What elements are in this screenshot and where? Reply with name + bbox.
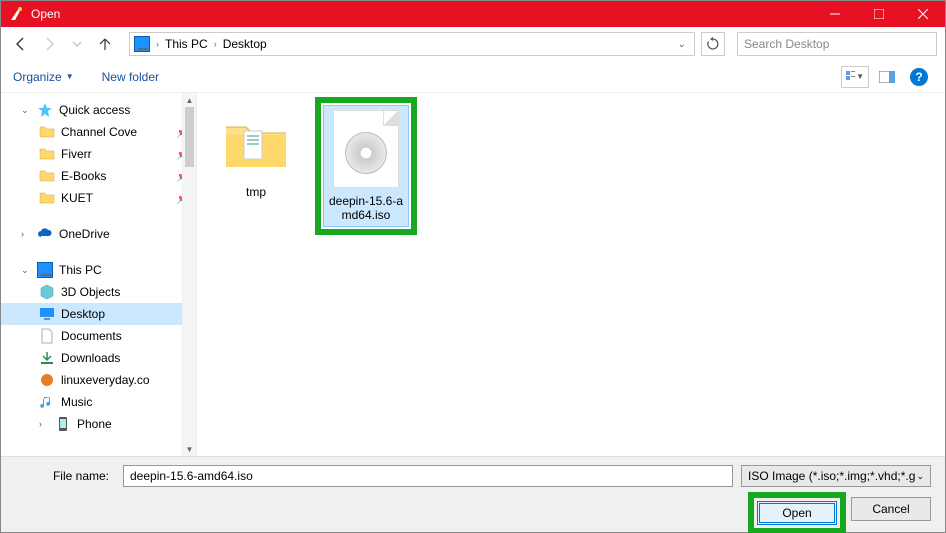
navigation-row: › This PC › Desktop ⌄ Search Desktop bbox=[1, 27, 945, 61]
filename-input[interactable] bbox=[123, 465, 733, 487]
preview-pane-button[interactable] bbox=[873, 66, 901, 88]
sidebar-downloads[interactable]: Downloads bbox=[1, 347, 196, 369]
address-bar[interactable]: › This PC › Desktop ⌄ bbox=[129, 32, 695, 56]
expand-icon[interactable]: › bbox=[39, 419, 49, 429]
sidebar-qa-item[interactable]: KUET 📌 bbox=[1, 187, 196, 209]
file-list[interactable]: tmp deepin-15.6-amd64.iso bbox=[197, 93, 945, 456]
sidebar-item-label: 3D Objects bbox=[61, 285, 120, 299]
cancel-button[interactable]: Cancel bbox=[851, 497, 931, 521]
titlebar: Open bbox=[1, 1, 945, 27]
sidebar-onedrive[interactable]: › OneDrive bbox=[1, 223, 196, 245]
sidebar-phone[interactable]: › Phone bbox=[1, 413, 196, 435]
sidebar-item-label: Downloads bbox=[61, 351, 120, 365]
scroll-up[interactable]: ▲ bbox=[183, 93, 196, 107]
iso-file-icon bbox=[333, 110, 399, 188]
close-button[interactable] bbox=[901, 1, 945, 27]
sidebar-qa-item[interactable]: Channel Cove 📌 bbox=[1, 121, 196, 143]
chevron-right-icon: › bbox=[156, 39, 159, 49]
document-icon bbox=[39, 328, 55, 344]
back-button[interactable] bbox=[9, 32, 33, 56]
open-button[interactable]: Open bbox=[757, 501, 837, 525]
sidebar-item-label: Music bbox=[61, 395, 92, 409]
file-item-label: tmp bbox=[246, 185, 266, 199]
download-icon bbox=[39, 350, 55, 366]
forward-button[interactable] bbox=[37, 32, 61, 56]
sidebar-item-label: OneDrive bbox=[59, 227, 110, 241]
folder-icon bbox=[39, 168, 55, 184]
phone-icon bbox=[55, 416, 71, 432]
window-title: Open bbox=[31, 7, 813, 21]
search-input[interactable]: Search Desktop bbox=[737, 32, 937, 56]
sidebar-documents[interactable]: Documents bbox=[1, 325, 196, 347]
sidebar-item-label: KUET bbox=[61, 191, 93, 205]
folder-icon bbox=[39, 190, 55, 206]
chevron-down-icon: ▼ bbox=[66, 72, 74, 81]
breadcrumb-desktop[interactable]: Desktop bbox=[223, 37, 267, 51]
sidebar-scrollbar[interactable]: ▲ ▼ bbox=[182, 93, 196, 456]
sidebar-item-label: Desktop bbox=[61, 307, 105, 321]
this-pc-icon bbox=[134, 36, 150, 52]
file-item-folder[interactable]: tmp bbox=[213, 105, 299, 203]
maximize-button[interactable] bbox=[857, 1, 901, 27]
app-icon bbox=[9, 6, 25, 22]
folder-icon bbox=[221, 109, 291, 179]
sidebar-item-label: Fiverr bbox=[61, 147, 92, 161]
breadcrumb-this-pc[interactable]: This PC bbox=[165, 37, 208, 51]
filter-label: ISO Image (*.iso;*.img;*.vhd;*.g bbox=[748, 469, 915, 483]
sidebar-3d-objects[interactable]: 3D Objects bbox=[1, 281, 196, 303]
sidebar-this-pc[interactable]: ⌄ This PC bbox=[1, 259, 196, 281]
sidebar-item-label: Channel Cove bbox=[61, 125, 137, 139]
chevron-down-icon: ⌄ bbox=[916, 471, 924, 482]
sidebar-item-label: Quick access bbox=[59, 103, 130, 117]
sidebar-qa-item[interactable]: Fiverr 📌 bbox=[1, 143, 196, 165]
sidebar-desktop[interactable]: Desktop bbox=[1, 303, 196, 325]
folder-icon bbox=[39, 124, 55, 140]
file-item-iso[interactable]: deepin-15.6-amd64.iso bbox=[323, 105, 409, 227]
sidebar-item-label: Documents bbox=[61, 329, 122, 343]
expand-icon[interactable]: › bbox=[21, 229, 31, 239]
disc-icon bbox=[345, 132, 387, 174]
new-folder-button[interactable]: New folder bbox=[102, 70, 159, 84]
organize-menu[interactable]: Organize ▼ bbox=[13, 70, 74, 84]
recent-dropdown[interactable] bbox=[65, 32, 89, 56]
minimize-button[interactable] bbox=[813, 1, 857, 27]
view-mode-button[interactable]: ▼ bbox=[841, 66, 869, 88]
star-icon bbox=[37, 102, 53, 118]
music-icon bbox=[39, 394, 55, 410]
sidebar-linuxeveryday[interactable]: linuxeveryday.co bbox=[1, 369, 196, 391]
sidebar-quick-access[interactable]: ⌄ Quick access bbox=[1, 99, 196, 121]
sidebar-item-label: Phone bbox=[77, 417, 112, 431]
expand-icon[interactable]: ⌄ bbox=[21, 105, 31, 116]
refresh-button[interactable] bbox=[701, 32, 725, 56]
help-button[interactable]: ? bbox=[905, 66, 933, 88]
organize-label: Organize bbox=[13, 70, 62, 84]
toolbar: Organize ▼ New folder ▼ ? bbox=[1, 61, 945, 93]
filename-label: File name: bbox=[15, 469, 115, 483]
folder-icon bbox=[39, 146, 55, 162]
desktop-icon bbox=[39, 306, 55, 322]
sidebar-qa-item[interactable]: E-Books 📌 bbox=[1, 165, 196, 187]
web-icon bbox=[39, 372, 55, 388]
address-dropdown[interactable]: ⌄ bbox=[674, 39, 690, 50]
sidebar-item-label: E-Books bbox=[61, 169, 106, 183]
cloud-icon bbox=[37, 226, 53, 242]
sidebar-item-label: This PC bbox=[59, 263, 102, 277]
bottom-panel: File name: ISO Image (*.iso;*.img;*.vhd;… bbox=[1, 456, 945, 532]
sidebar-item-label: linuxeveryday.co bbox=[61, 373, 150, 387]
box-icon bbox=[39, 284, 55, 300]
sidebar-music[interactable]: Music bbox=[1, 391, 196, 413]
this-pc-icon bbox=[37, 262, 53, 278]
sidebar-tree: ⌄ Quick access Channel Cove 📌 Fiverr 📌 E… bbox=[1, 93, 197, 456]
chevron-right-icon: › bbox=[214, 39, 217, 49]
scroll-thumb[interactable] bbox=[185, 107, 194, 167]
expand-icon[interactable]: ⌄ bbox=[21, 265, 31, 276]
file-item-label: deepin-15.6-amd64.iso bbox=[328, 194, 404, 222]
up-button[interactable] bbox=[93, 32, 117, 56]
search-placeholder: Search Desktop bbox=[744, 37, 829, 51]
scroll-down[interactable]: ▼ bbox=[183, 442, 196, 456]
file-type-filter[interactable]: ISO Image (*.iso;*.img;*.vhd;*.g ⌄ bbox=[741, 465, 931, 487]
main-area: ⌄ Quick access Channel Cove 📌 Fiverr 📌 E… bbox=[1, 93, 945, 456]
